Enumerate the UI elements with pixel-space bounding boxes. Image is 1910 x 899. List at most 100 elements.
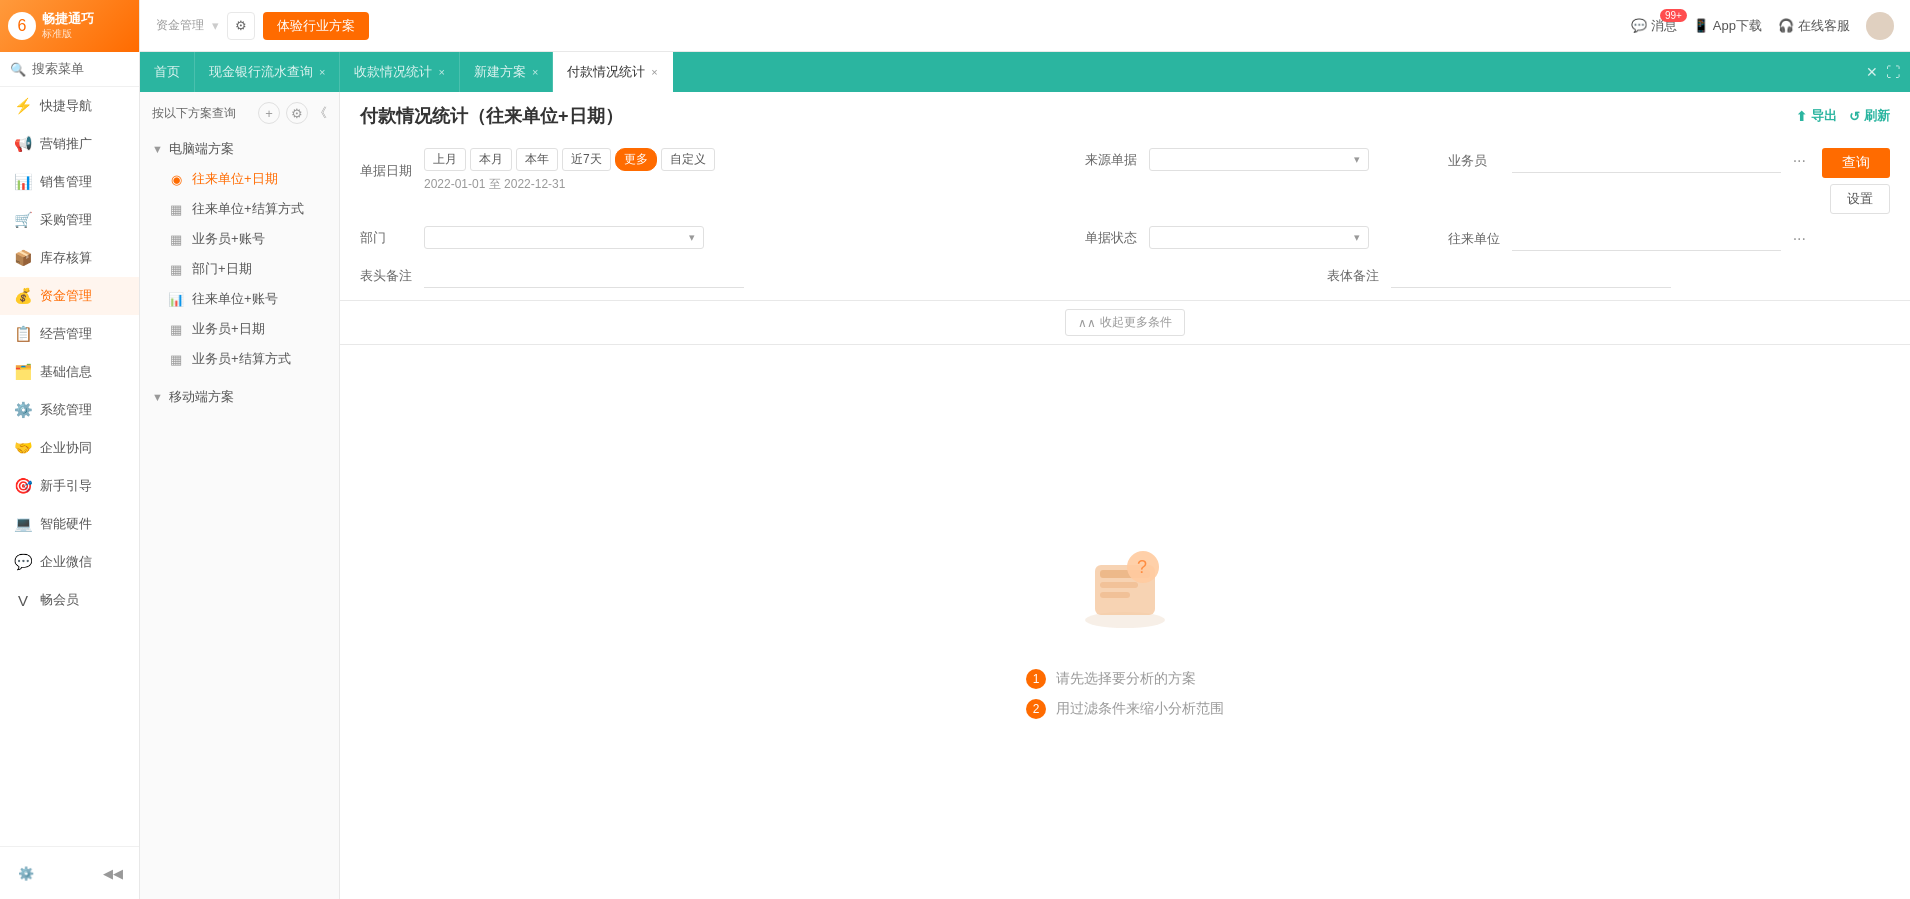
topbar-right: 💬 消息 99+ 📱 App下载 🎧 在线客服: [1631, 12, 1894, 40]
topbar-gear-btn[interactable]: ⚙: [227, 12, 255, 40]
tab-home[interactable]: 首页: [140, 52, 195, 92]
export-btn[interactable]: ⬆ 导出: [1796, 107, 1837, 125]
notification-badge: 99+: [1660, 9, 1687, 22]
trial-btn[interactable]: 体验行业方案: [263, 12, 369, 40]
scheme-item-unit-date[interactable]: ◉往来单位+日期: [140, 164, 339, 194]
tab-close-bank-flow[interactable]: ×: [319, 66, 325, 78]
related-unit-input[interactable]: [1512, 227, 1781, 251]
scheme-item-label-dept-date: 部门+日期: [192, 260, 252, 278]
sidebar-item-basic-info[interactable]: 🗂️基础信息: [0, 353, 139, 391]
tab-close-receipt-stats[interactable]: ×: [438, 66, 444, 78]
tab-new-scheme[interactable]: 新建方案 ×: [460, 52, 553, 92]
staff-input[interactable]: [1512, 149, 1781, 173]
body-note-input[interactable]: [1391, 264, 1671, 288]
query-btn[interactable]: 查询: [1822, 148, 1890, 178]
add-scheme-btn[interactable]: +: [258, 102, 280, 124]
sidebar-item-onboarding[interactable]: 🎯新手引导: [0, 467, 139, 505]
tab-close-new-scheme[interactable]: ×: [532, 66, 538, 78]
collapse-scheme-btn[interactable]: 《: [314, 104, 327, 122]
scheme-item-unit-settlement[interactable]: ▦往来单位+结算方式: [140, 194, 339, 224]
related-unit-dots-btn[interactable]: ···: [1789, 226, 1810, 252]
scheme-item-dept-date[interactable]: ▦部门+日期: [140, 254, 339, 284]
tab-receipt-stats[interactable]: 收款情况统计×: [340, 52, 459, 92]
source-select[interactable]: ▾: [1149, 148, 1369, 171]
topbar-left: 资金管理 ▾ ⚙ 体验行业方案: [156, 12, 1619, 40]
scheme-item-staff-account[interactable]: ▦业务员+账号: [140, 224, 339, 254]
scheme-icon-unit-account: 📊: [168, 291, 184, 307]
close-all-tabs-btn[interactable]: ✕: [1866, 64, 1878, 80]
app-download-btn[interactable]: 📱 App下载: [1693, 17, 1762, 35]
scheme-item-label-staff-settlement: 业务员+结算方式: [192, 350, 291, 368]
group-expand-icon: ▼: [152, 143, 163, 155]
scheme-item-staff-date[interactable]: ▦业务员+日期: [140, 314, 339, 344]
search-icon: 🔍: [10, 62, 26, 77]
date-btn-more[interactable]: 更多: [615, 148, 657, 171]
voucher-status-select[interactable]: ▾: [1149, 226, 1369, 249]
tab-bank-flow[interactable]: 现金银行流水查询×: [195, 52, 340, 92]
breadcrumb-chevron-icon: ▾: [212, 18, 219, 33]
dept-select[interactable]: ▾: [424, 226, 704, 249]
scheme-item-staff-settlement[interactable]: ▦ 业务员+结算方式: [140, 344, 339, 374]
user-avatar[interactable]: [1866, 12, 1894, 40]
sidebar-item-system[interactable]: ⚙️系统管理: [0, 391, 139, 429]
page-title-row: 付款情况统计（往来单位+日期） ⬆ 导出 ↺ 刷新: [360, 104, 1890, 128]
service-label: 在线客服: [1798, 17, 1850, 35]
scheme-icon-staff-settlement: ▦: [168, 351, 184, 367]
staff-filter-item: 业务员 ···: [1448, 148, 1811, 174]
refresh-btn[interactable]: ↺ 刷新: [1849, 107, 1890, 125]
sidebar-item-purchase[interactable]: 🛒采购管理: [0, 201, 139, 239]
collapse-sidebar-btn[interactable]: ◀◀: [97, 857, 129, 889]
scheme-panel: 按以下方案查询 + ⚙ 《 ▼电脑端方案◉往来单位+日期▦往来单位+结算方式▦业…: [140, 92, 340, 899]
sidebar-item-enterprise[interactable]: 🤝企业协同: [0, 429, 139, 467]
sidebar-item-hardware[interactable]: 💻智能硬件: [0, 505, 139, 543]
date-btn-last-month[interactable]: 上月: [424, 148, 466, 171]
date-buttons-group: 上月 本月 本年 近7天 更多 自定义: [424, 148, 715, 171]
filter-row-2: 部门 ▾ 单据状态 ▾ 往来单位: [360, 226, 1890, 252]
sidebar-item-operations[interactable]: 📋经营管理: [0, 315, 139, 353]
notifications-btn[interactable]: 💬 消息 99+: [1631, 17, 1677, 35]
sidebar-search[interactable]: 🔍 搜索菜单: [0, 52, 139, 87]
sidebar-item-wechat[interactable]: 💬企业微信: [0, 543, 139, 581]
sidebar-label-purchase: 采购管理: [40, 211, 92, 229]
date-btn-custom[interactable]: 自定义: [661, 148, 715, 171]
empty-state: ? 1 请先选择要分析的方案 2 用过滤条件来缩小分析范围: [340, 345, 1910, 899]
sidebar-item-membership[interactable]: V畅会员: [0, 581, 139, 619]
header-note-input[interactable]: [424, 264, 744, 288]
download-icon: 📱: [1693, 18, 1709, 33]
empty-step-1: 1 请先选择要分析的方案: [1026, 669, 1224, 689]
setting-btn[interactable]: 设置: [1830, 184, 1890, 214]
scheme-item-label-unit-date: 往来单位+日期: [192, 170, 278, 188]
page-title-actions: ⬆ 导出 ↺ 刷新: [1796, 107, 1890, 125]
settings-btn[interactable]: ⚙️: [10, 857, 42, 889]
scheme-item-label-staff-date: 业务员+日期: [192, 320, 265, 338]
sidebar-item-sales[interactable]: 📊销售管理: [0, 163, 139, 201]
scheme-group-电脑端方案: ▼电脑端方案◉往来单位+日期▦往来单位+结算方式▦业务员+账号▦部门+日期📊往来…: [140, 130, 339, 378]
step-num-1: 1: [1026, 669, 1046, 689]
date-btn-this-year[interactable]: 本年: [516, 148, 558, 171]
sidebar-item-finance[interactable]: 💰资金管理: [0, 277, 139, 315]
tab-close-payment-stats[interactable]: ×: [651, 66, 657, 78]
staff-dots-btn[interactable]: ···: [1789, 148, 1810, 174]
staff-label: 业务员: [1448, 152, 1504, 170]
sidebar-label-onboarding: 新手引导: [40, 477, 92, 495]
sidebar-icon-hardware: 💻: [14, 515, 32, 533]
scheme-group-header-电脑端方案[interactable]: ▼电脑端方案: [140, 134, 339, 164]
scheme-settings-btn[interactable]: ⚙: [286, 102, 308, 124]
collapse-btn[interactable]: ∧∧ 收起更多条件: [1065, 309, 1185, 336]
tab-payment-stats[interactable]: 付款情况统计 ×: [553, 52, 672, 92]
fullscreen-btn[interactable]: ⛶: [1886, 64, 1900, 80]
date-btn-7days[interactable]: 近7天: [562, 148, 611, 171]
scheme-item-unit-account[interactable]: 📊往来单位+账号: [140, 284, 339, 314]
sidebar: 6 畅捷通巧 标准版 🔍 搜索菜单 ⚡快捷导航📢营销推广📊销售管理🛒采购管理📦库…: [0, 0, 140, 899]
scheme-item-label-staff-account: 业务员+账号: [192, 230, 265, 248]
scheme-group-header-移动端方案[interactable]: ▼移动端方案: [140, 382, 339, 412]
tab-actions: ✕ ⛶: [1856, 52, 1910, 92]
online-service-btn[interactable]: 🎧 在线客服: [1778, 17, 1850, 35]
sidebar-item-inventory[interactable]: 📦库存核算: [0, 239, 139, 277]
tab-label-new-scheme: 新建方案: [474, 63, 526, 81]
sidebar-item-quick-nav[interactable]: ⚡快捷导航: [0, 87, 139, 125]
sidebar-item-marketing[interactable]: 📢营销推广: [0, 125, 139, 163]
tab-label-payment-stats: 付款情况统计: [567, 63, 645, 81]
related-unit-area: [1512, 227, 1781, 251]
date-btn-this-month[interactable]: 本月: [470, 148, 512, 171]
